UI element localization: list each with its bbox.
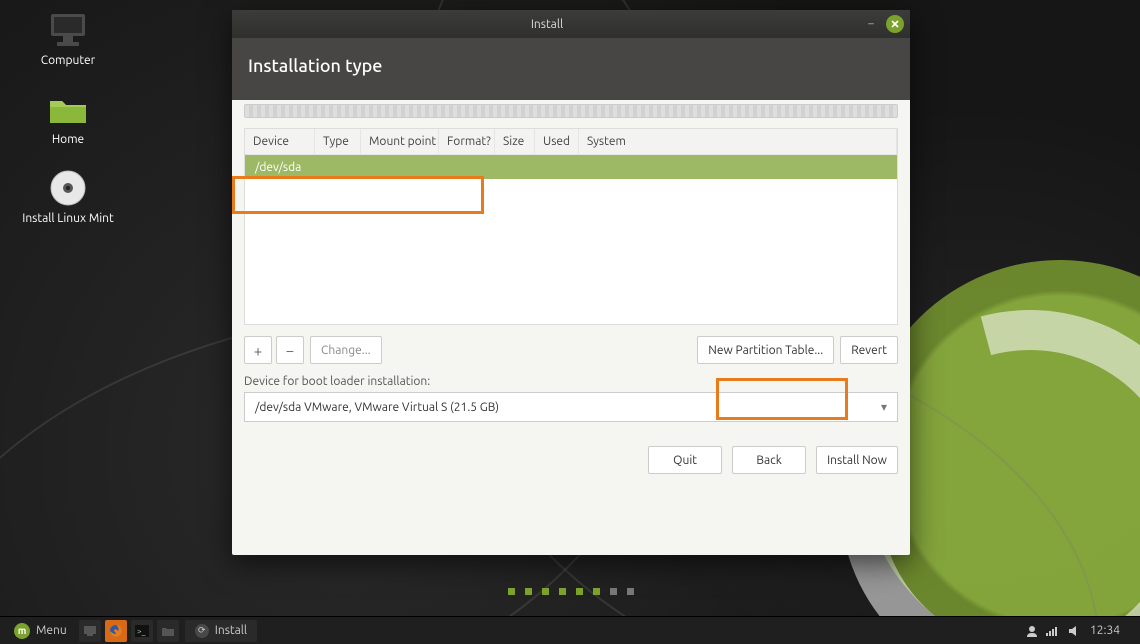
step-dot	[508, 588, 515, 595]
step-dot	[610, 588, 617, 595]
desktop-icon	[83, 625, 97, 637]
boot-loader-value: /dev/sda VMware, VMware Virtual S (21.5 …	[255, 401, 499, 414]
page-title: Installation type	[232, 38, 910, 100]
window-title: Install	[232, 18, 862, 31]
add-partition-button[interactable]: +	[244, 336, 272, 364]
table-row[interactable]: /dev/sda	[245, 155, 897, 179]
boot-loader-select[interactable]: /dev/sda VMware, VMware Virtual S (21.5 …	[244, 392, 898, 422]
task-label: Install	[215, 624, 247, 637]
user-icon[interactable]	[1026, 625, 1038, 637]
step-dot	[525, 588, 532, 595]
disk-allocation-bar	[244, 104, 898, 118]
taskbar-task-install[interactable]: ⟳ Install	[185, 620, 257, 642]
step-dot	[542, 588, 549, 595]
svg-text:>_: >_	[137, 627, 146, 636]
quit-button[interactable]: Quit	[648, 446, 722, 474]
step-dot	[559, 588, 566, 595]
desktop-icon-computer[interactable]: Computer	[20, 10, 116, 67]
desktop-icon-label: Install Linux Mint	[22, 212, 113, 225]
new-partition-table-button[interactable]: New Partition Table...	[697, 336, 834, 364]
installer-window: Install – Installation type Device Type …	[232, 10, 910, 555]
partition-actions: + − Change... New Partition Table... Rev…	[244, 331, 898, 369]
desktop-icon-home[interactable]: Home	[20, 89, 116, 146]
window-titlebar[interactable]: Install –	[232, 10, 910, 38]
row-device: /dev/sda	[255, 161, 301, 174]
clock[interactable]: 12:34	[1090, 624, 1120, 637]
footer-buttons: Quit Back Install Now	[244, 446, 898, 474]
partition-table: Device Type Mount point Format? Size Use…	[244, 128, 898, 325]
computer-icon	[45, 10, 91, 50]
desktop-icon-install[interactable]: Install Linux Mint	[20, 168, 116, 225]
column-type[interactable]: Type	[315, 129, 361, 154]
disc-icon	[45, 168, 91, 208]
mint-logo-icon: m	[14, 623, 30, 639]
column-device[interactable]: Device	[245, 129, 315, 154]
firefox-icon	[109, 624, 123, 638]
install-now-button[interactable]: Install Now	[816, 446, 898, 474]
change-partition-button[interactable]: Change...	[310, 336, 382, 364]
column-system[interactable]: System	[579, 129, 897, 154]
show-desktop-button[interactable]	[79, 620, 101, 642]
column-format[interactable]: Format?	[439, 129, 495, 154]
step-dot	[627, 588, 634, 595]
column-used[interactable]: Used	[535, 129, 579, 154]
close-button[interactable]	[886, 15, 904, 33]
boot-loader-label: Device for boot loader installation:	[244, 375, 898, 388]
remove-partition-button[interactable]: −	[276, 336, 304, 364]
desktop-icon-label: Home	[52, 133, 84, 146]
partition-table-body[interactable]: /dev/sda	[245, 155, 897, 325]
step-dot	[593, 588, 600, 595]
desktop-icons: Computer Home Install Linux Mint	[20, 10, 116, 225]
step-indicator	[232, 588, 910, 595]
system-tray: 12:34	[1026, 624, 1134, 637]
folder-icon	[161, 625, 175, 637]
task-icon: ⟳	[195, 624, 209, 638]
terminal-launcher[interactable]: >_	[131, 620, 153, 642]
volume-icon[interactable]	[1068, 625, 1082, 637]
minimize-button[interactable]: –	[862, 15, 880, 33]
terminal-icon: >_	[135, 625, 149, 637]
taskbar: m Menu >_ ⟳ Install 12:34	[0, 616, 1140, 644]
column-size[interactable]: Size	[495, 129, 535, 154]
files-launcher[interactable]	[157, 620, 179, 642]
back-button[interactable]: Back	[732, 446, 806, 474]
partition-table-header: Device Type Mount point Format? Size Use…	[245, 129, 897, 155]
revert-button[interactable]: Revert	[840, 336, 898, 364]
home-folder-icon	[45, 89, 91, 129]
column-mountpoint[interactable]: Mount point	[361, 129, 439, 154]
menu-button[interactable]: m Menu	[6, 621, 75, 641]
firefox-launcher[interactable]	[105, 620, 127, 642]
step-dot	[576, 588, 583, 595]
desktop-icon-label: Computer	[41, 54, 95, 67]
network-icon[interactable]	[1046, 625, 1060, 637]
menu-label: Menu	[36, 624, 67, 637]
